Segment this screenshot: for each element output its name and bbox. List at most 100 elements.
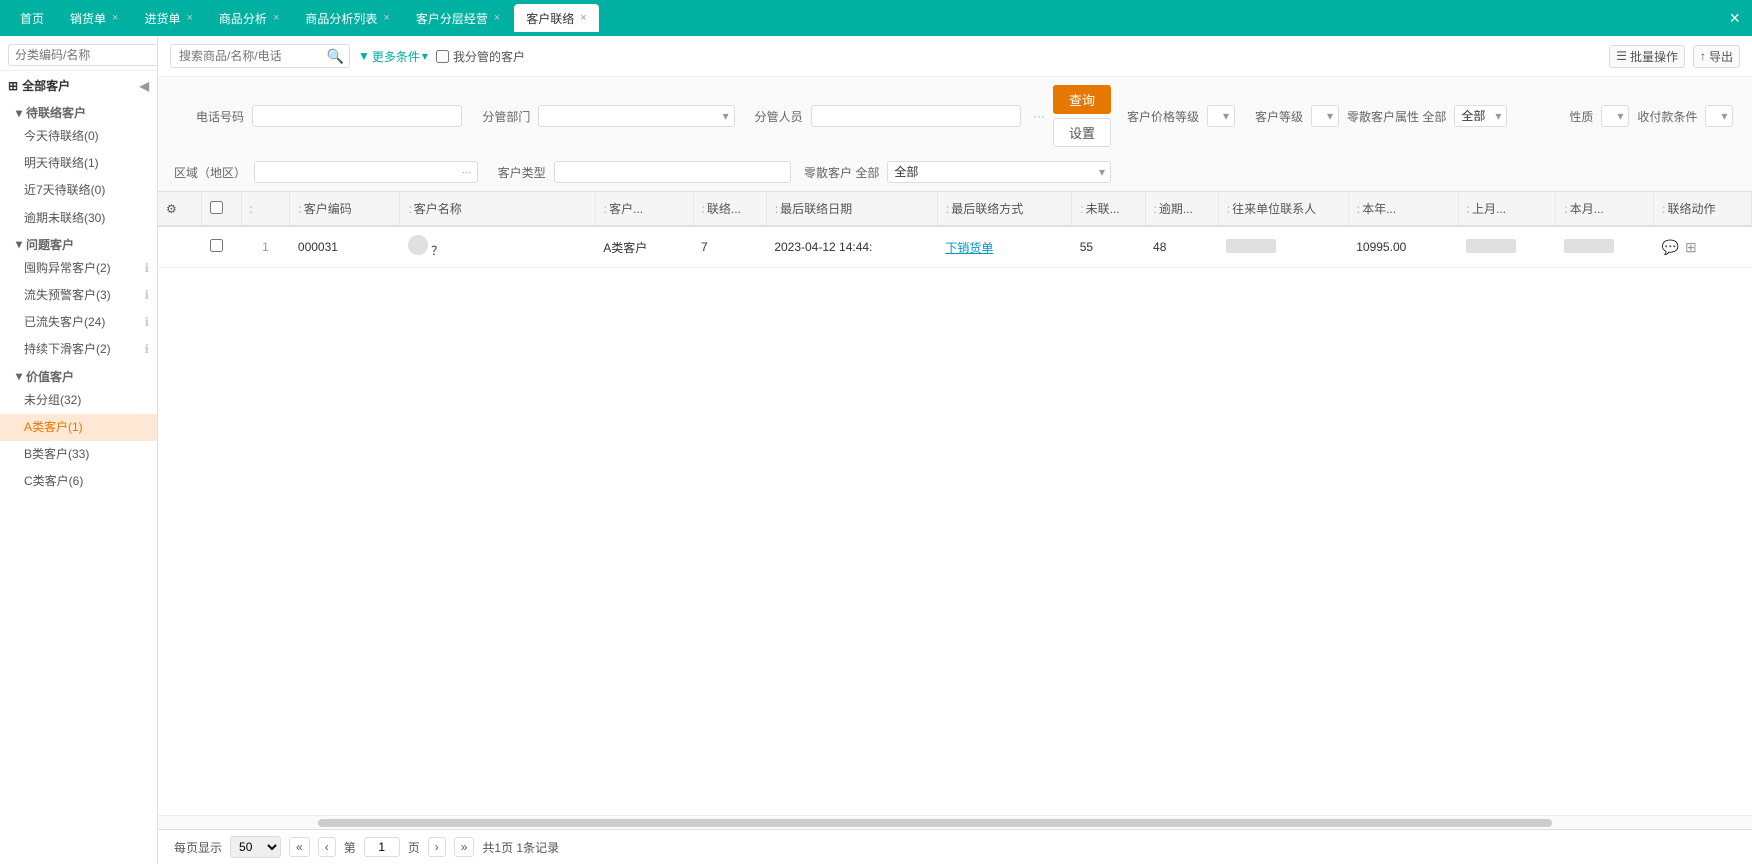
query-btn[interactable]: 查询 bbox=[1053, 85, 1111, 114]
sidebar-item-0-2[interactable]: 近7天待联络(0) bbox=[0, 177, 157, 204]
payment-label: 收付款条件 bbox=[1637, 108, 1697, 125]
close-tab-purchase[interactable]: × bbox=[186, 12, 192, 24]
h-scrollbar-area bbox=[158, 815, 1752, 829]
setting-btn[interactable]: 设置 bbox=[1053, 118, 1111, 147]
prev-page-btn[interactable]: ‹ bbox=[318, 837, 336, 857]
sidebar-item-1-0[interactable]: 囤购异常客户(2) ℹ bbox=[0, 255, 157, 282]
col-header-unitContact: :往来单位联系人 bbox=[1218, 192, 1348, 226]
row-checkbox-0[interactable] bbox=[210, 239, 223, 252]
my-customers-check[interactable] bbox=[436, 50, 449, 63]
cell-overdue-0: 48 bbox=[1145, 226, 1218, 268]
filter-row-4: 区域（地区） 客户类型 零散客户 全部 全部 bbox=[174, 161, 1111, 183]
customer-tier-select[interactable] bbox=[1311, 105, 1339, 127]
close-tab-goods-analysis[interactable]: × bbox=[273, 12, 279, 24]
retail-customer-select[interactable]: 全部 bbox=[887, 161, 1111, 183]
nav-tab-purchase[interactable]: 进货单 × bbox=[132, 4, 204, 32]
sidebar-item-2-0[interactable]: 未分组(32) bbox=[0, 387, 157, 414]
nav-tab-goods-analysis[interactable]: 商品分析× bbox=[207, 4, 291, 32]
this-month-block bbox=[1564, 239, 1614, 253]
dept-select[interactable] bbox=[538, 105, 734, 127]
region-select[interactable] bbox=[254, 161, 478, 183]
page-number-input[interactable] bbox=[364, 837, 400, 857]
cell-unitContact-0 bbox=[1218, 226, 1348, 268]
close-tab-customer-tier[interactable]: × bbox=[494, 12, 500, 24]
filter-search-input[interactable] bbox=[170, 44, 350, 68]
col-header-name: :客户名称 bbox=[400, 192, 595, 226]
col-header-checkbox[interactable] bbox=[202, 192, 241, 226]
next-page-btn[interactable]: › bbox=[428, 837, 446, 857]
manager-dots[interactable]: ··· bbox=[1033, 109, 1045, 123]
retail-prop-label: 零散客户属性 全部 bbox=[1347, 108, 1446, 125]
nav-tab-customer-tier[interactable]: 客户分层经营× bbox=[404, 4, 512, 32]
close-tab-sales[interactable]: × bbox=[112, 12, 118, 24]
nav-tab-label: 客户联络 bbox=[526, 10, 574, 27]
qr-action-icon[interactable]: ⊞ bbox=[1685, 239, 1697, 256]
toolbar-right: ☰ 批量操作 ↑ 导出 bbox=[1609, 45, 1740, 68]
h-scrollbar-thumb[interactable] bbox=[318, 819, 1552, 827]
all-customers-header[interactable]: ⊞ 全部客户 ◀ bbox=[0, 71, 157, 100]
table-container: ⚙::客户编码:客户名称:客户...:联络...:最后联络日期:最后联络方式:未… bbox=[158, 192, 1752, 815]
sidebar-section-2[interactable]: ▾价值客户 bbox=[0, 364, 157, 387]
sidebar-item-0-3[interactable]: 逾期未联络(30) bbox=[0, 205, 157, 232]
cell-settings-0 bbox=[158, 226, 202, 268]
contact-way-link[interactable]: 下销货单 bbox=[945, 241, 993, 255]
more-conditions-btn[interactable]: ▼ 更多条件 ▾ bbox=[358, 48, 428, 65]
first-page-btn[interactable]: « bbox=[289, 837, 310, 857]
chevron-icon: ▾ bbox=[16, 106, 22, 120]
all-customers-label: 全部客户 bbox=[22, 77, 70, 94]
sidebar-section-0[interactable]: ▾待联络客户 bbox=[0, 100, 157, 123]
col-header-type: :客户... bbox=[595, 192, 693, 226]
nature-label: 性质 bbox=[1523, 108, 1593, 125]
collapse-icon[interactable]: ◀ bbox=[140, 79, 149, 93]
price-tier-select[interactable] bbox=[1207, 105, 1235, 127]
nature-select[interactable] bbox=[1601, 105, 1629, 127]
export-btn[interactable]: ↑ 导出 bbox=[1693, 45, 1740, 68]
col-header-thisYear: :本年... bbox=[1348, 192, 1458, 226]
msg-action-icon[interactable]: 💬 bbox=[1662, 239, 1679, 256]
col-settings-icon[interactable]: ⚙ bbox=[166, 202, 177, 216]
filter-row-3: 性质 收付款条件 状态 bbox=[1523, 85, 1752, 147]
close-all-tabs[interactable]: × bbox=[1729, 8, 1740, 29]
close-tab-goods-list[interactable]: × bbox=[383, 12, 389, 24]
customer-tier-label: 客户等级 bbox=[1243, 108, 1303, 125]
batch-op-btn[interactable]: ☰ 批量操作 bbox=[1609, 45, 1685, 68]
customer-type-input[interactable] bbox=[554, 161, 792, 183]
sidebar-item-1-1[interactable]: 流失预警客户(3) ℹ bbox=[0, 282, 157, 309]
sidebar-search-input[interactable] bbox=[8, 44, 158, 66]
col-header-noContact: :未联... bbox=[1072, 192, 1145, 226]
col-header-seq: : bbox=[241, 192, 290, 226]
sidebar-item-1-3[interactable]: 持续下滑客户(2) ℹ bbox=[0, 336, 157, 363]
payment-select[interactable] bbox=[1705, 105, 1733, 127]
manager-input[interactable] bbox=[811, 105, 1021, 127]
export-icon: ↑ bbox=[1700, 49, 1706, 63]
nav-tab-goods-list[interactable]: 商品分析列表× bbox=[293, 4, 401, 32]
phone-input[interactable] bbox=[252, 105, 462, 127]
sidebar-item-2-3[interactable]: C类客户(6) bbox=[0, 468, 157, 495]
my-customers-checkbox[interactable]: 我分管的客户 bbox=[436, 48, 525, 65]
sidebar-section-1[interactable]: ▾问题客户 bbox=[0, 232, 157, 255]
cell-noContact-0: 55 bbox=[1072, 226, 1145, 268]
last-page-btn[interactable]: » bbox=[454, 837, 475, 857]
retail-prop-select[interactable]: 全部 bbox=[1454, 105, 1507, 127]
sidebar-item-0-0[interactable]: 今天待联络(0) bbox=[0, 123, 157, 150]
nav-tab-sales[interactable]: 销货单× bbox=[58, 4, 130, 32]
sidebar-item-0-1[interactable]: 明天待联络(1) bbox=[0, 150, 157, 177]
sidebar-item-2-1[interactable]: A类客户(1) bbox=[0, 414, 157, 441]
filter-search-icon[interactable]: 🔍 bbox=[327, 48, 344, 65]
col-header-overdue: :逾期... bbox=[1145, 192, 1218, 226]
col-header-settings[interactable]: ⚙ bbox=[158, 192, 202, 226]
close-tab-customer-contact[interactable]: × bbox=[580, 12, 586, 24]
page-size-label: 每页显示 bbox=[174, 839, 222, 856]
col-header-lastContactWay: :最后联络方式 bbox=[937, 192, 1071, 226]
nav-tab-customer-contact[interactable]: 客户联络 × bbox=[514, 4, 598, 32]
adv-filters: 电话号码 分管部门 分管人员 ··· 查询 设置 客户价格等级 客户等级 零散客… bbox=[158, 77, 1752, 192]
nav-tab-home[interactable]: 首页 bbox=[8, 4, 56, 32]
sidebar-item-2-2[interactable]: B类客户(33) bbox=[0, 441, 157, 468]
last-month-block bbox=[1466, 239, 1516, 253]
page-size-select[interactable]: 102050100 bbox=[230, 836, 281, 858]
page-label: 第 bbox=[344, 839, 356, 856]
select-all-checkbox[interactable] bbox=[210, 201, 223, 214]
sidebar-item-1-2[interactable]: 已流失客户(24) ℹ bbox=[0, 309, 157, 336]
region-label: 区域（地区） bbox=[174, 164, 246, 181]
nav-tab-label: 进货单 bbox=[144, 10, 180, 27]
